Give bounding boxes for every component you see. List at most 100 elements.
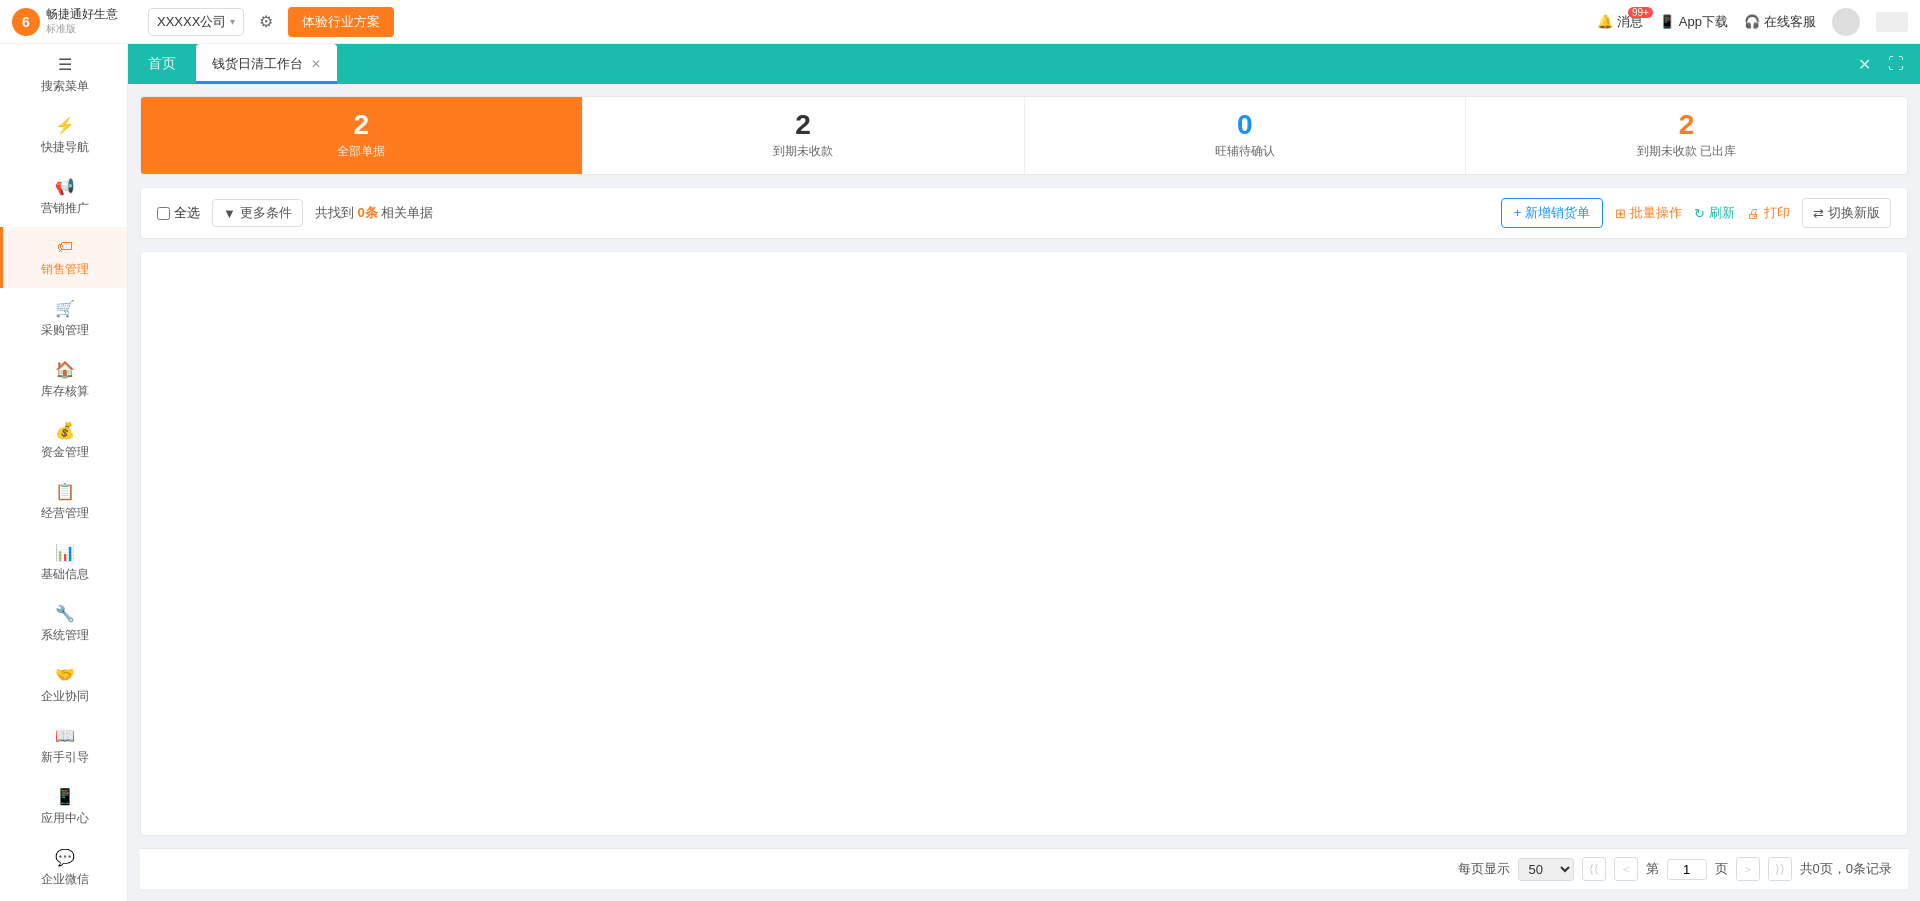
sidebar-label-app-center: 应用中心 [41, 810, 89, 827]
select-all-checkbox[interactable]: 全选 [157, 204, 200, 222]
refresh-label: 刷新 [1709, 204, 1735, 222]
sidebar-item-marketing[interactable]: 📢 营销推广 [0, 166, 127, 227]
page-suffix: 页 [1715, 860, 1728, 878]
finance-icon: 💰 [55, 420, 75, 440]
stat-num-overdue: 2 [795, 111, 811, 139]
stat-card-wangwang[interactable]: 0 旺辅待确认 [1025, 97, 1467, 174]
sidebar-item-quick-nav[interactable]: ⚡ 快捷导航 [0, 105, 127, 166]
tab-progress-bar [196, 81, 337, 84]
filter-icon: ▼ [223, 206, 236, 221]
app-download-button[interactable]: 📱 App下载 [1659, 13, 1728, 31]
sales-icon: 🏷 [55, 237, 75, 257]
sidebar-label-finance: 资金管理 [41, 444, 89, 461]
page-label: 第 [1646, 860, 1659, 878]
result-suffix: 相关单据 [381, 205, 433, 220]
company-selector[interactable]: XXXXX公司 ▾ [148, 8, 244, 36]
sidebar-label-wechat: 企业微信 [41, 871, 89, 888]
checkbox-input[interactable] [157, 207, 170, 220]
company-name: XXXXX公司 [157, 13, 226, 31]
sidebar: ☰ 搜索菜单 ⚡ 快捷导航 📢 营销推广 🏷 销售管理 🛒 采购管理 🏠 库存核… [0, 44, 128, 901]
settings-icon[interactable]: ⚙ [252, 8, 280, 36]
select-all-label: 全选 [174, 204, 200, 222]
stat-num-out: 2 [1679, 111, 1695, 139]
stat-card-out[interactable]: 2 到期未收款 已出库 [1466, 97, 1907, 174]
stat-label-wangwang: 旺辅待确认 [1215, 143, 1275, 160]
base-info-icon: 📊 [55, 542, 75, 562]
stat-num-wangwang: 0 [1237, 111, 1253, 139]
switch-version-button[interactable]: ⇄ 切换新版 [1802, 198, 1891, 228]
sidebar-label-guide: 新手引导 [41, 749, 89, 766]
filter-label: 更多条件 [240, 204, 292, 222]
trial-button[interactable]: 体验行业方案 [288, 7, 394, 37]
sidebar-item-inventory[interactable]: 🏠 库存核算 [0, 349, 127, 410]
refresh-button[interactable]: ↻ 刷新 [1694, 204, 1735, 222]
result-text: 共找到 0条 相关单据 [315, 204, 433, 222]
sidebar-item-app-center[interactable]: 📱 应用中心 [0, 776, 127, 837]
total-label: 共0页，0条记录 [1800, 860, 1892, 878]
tab-maximize-icon[interactable]: ⛶ [1884, 52, 1908, 76]
stat-card-overdue[interactable]: 2 到期未收款 [583, 97, 1025, 174]
online-service-button[interactable]: 🎧 在线客服 [1744, 13, 1816, 31]
system-icon: 🔧 [55, 603, 75, 623]
sidebar-item-search-menu[interactable]: ☰ 搜索菜单 [0, 44, 127, 105]
avatar[interactable] [1832, 8, 1860, 36]
stat-label-overdue: 到期未收款 [773, 143, 833, 160]
stat-num-all: 2 [354, 111, 370, 139]
search-menu-icon: ☰ [55, 54, 75, 74]
sidebar-label-quick-nav: 快捷导航 [41, 139, 89, 156]
sidebar-label-cooperation: 企业协同 [41, 688, 89, 705]
sidebar-label-sales: 销售管理 [41, 261, 89, 278]
prev-page-button[interactable]: ＜ [1614, 857, 1638, 881]
last-page-button[interactable]: ⟩⟩ [1768, 857, 1792, 881]
per-page-label: 每页显示 [1458, 860, 1510, 878]
sidebar-label-base-info: 基础信息 [41, 566, 89, 583]
sidebar-label-system: 系统管理 [41, 627, 89, 644]
sidebar-item-guide[interactable]: 📖 新手引导 [0, 715, 127, 776]
print-button[interactable]: 🖨 打印 [1747, 204, 1790, 222]
refresh-icon: ↻ [1694, 206, 1705, 221]
tab-close-icon[interactable]: ✕ [311, 57, 321, 71]
sidebar-item-sales[interactable]: 🏷 销售管理 [0, 227, 127, 288]
sidebar-item-purchase[interactable]: 🛒 采购管理 [0, 288, 127, 349]
table-empty [141, 252, 1907, 835]
per-page-select[interactable]: 50 100 200 [1518, 858, 1574, 881]
logo-icon: 6 [12, 8, 40, 36]
message-button[interactable]: 🔔 消息 99+ [1597, 13, 1643, 31]
sidebar-item-base-info[interactable]: 📊 基础信息 [0, 532, 127, 593]
batch-icon: ⊞ [1615, 206, 1626, 221]
cooperation-icon: 🤝 [55, 664, 75, 684]
logo-sub: 标准版 [46, 22, 118, 36]
page-number-input[interactable] [1667, 859, 1707, 880]
sidebar-item-finance[interactable]: 💰 资金管理 [0, 410, 127, 471]
sidebar-label-marketing: 营销推广 [41, 200, 89, 217]
tab-home[interactable]: 首页 [128, 44, 196, 84]
marketing-icon: 📢 [55, 176, 75, 196]
logo-text: 畅捷通好生意 [46, 7, 118, 23]
sidebar-item-system[interactable]: 🔧 系统管理 [0, 593, 127, 654]
content-area: 首页 钱货日清工作台 ✕ ✕ ⛶ 2 全部单据 [128, 44, 1920, 901]
print-label: 打印 [1764, 204, 1790, 222]
tab-minimize-icon[interactable]: ✕ [1852, 52, 1876, 76]
headset-icon: 🎧 [1744, 14, 1760, 29]
switch-label: 切换新版 [1828, 204, 1880, 222]
main-layout: ☰ 搜索菜单 ⚡ 快捷导航 📢 营销推广 🏷 销售管理 🛒 采购管理 🏠 库存核… [0, 44, 1920, 901]
next-page-button[interactable]: ＞ [1736, 857, 1760, 881]
filter-button[interactable]: ▼ 更多条件 [212, 199, 303, 227]
new-sales-order-button[interactable]: + 新增销货单 [1501, 198, 1603, 228]
sidebar-item-wechat[interactable]: 💬 企业微信 [0, 837, 127, 898]
stat-card-all[interactable]: 2 全部单据 [141, 97, 583, 174]
batch-label: 批量操作 [1630, 204, 1682, 222]
batch-operation-button[interactable]: ⊞ 批量操作 [1615, 204, 1682, 222]
stat-label-out: 到期未收款 已出库 [1637, 143, 1736, 160]
mobile-icon: 📱 [1659, 14, 1675, 29]
guide-icon: 📖 [55, 725, 75, 745]
sidebar-item-cooperation[interactable]: 🤝 企业协同 [0, 654, 127, 715]
sidebar-item-operations[interactable]: 📋 经营管理 [0, 471, 127, 532]
user-name[interactable] [1876, 12, 1908, 32]
tab-qianghuo[interactable]: 钱货日清工作台 ✕ [196, 44, 337, 84]
purchase-icon: 🛒 [55, 298, 75, 318]
result-count: 0条 [358, 205, 378, 220]
toolbar-right: + 新增销货单 ⊞ 批量操作 ↻ 刷新 🖨 打印 ⇄ [1501, 198, 1891, 228]
result-prefix: 共找到 [315, 205, 354, 220]
first-page-button[interactable]: ⟨⟨ [1582, 857, 1606, 881]
